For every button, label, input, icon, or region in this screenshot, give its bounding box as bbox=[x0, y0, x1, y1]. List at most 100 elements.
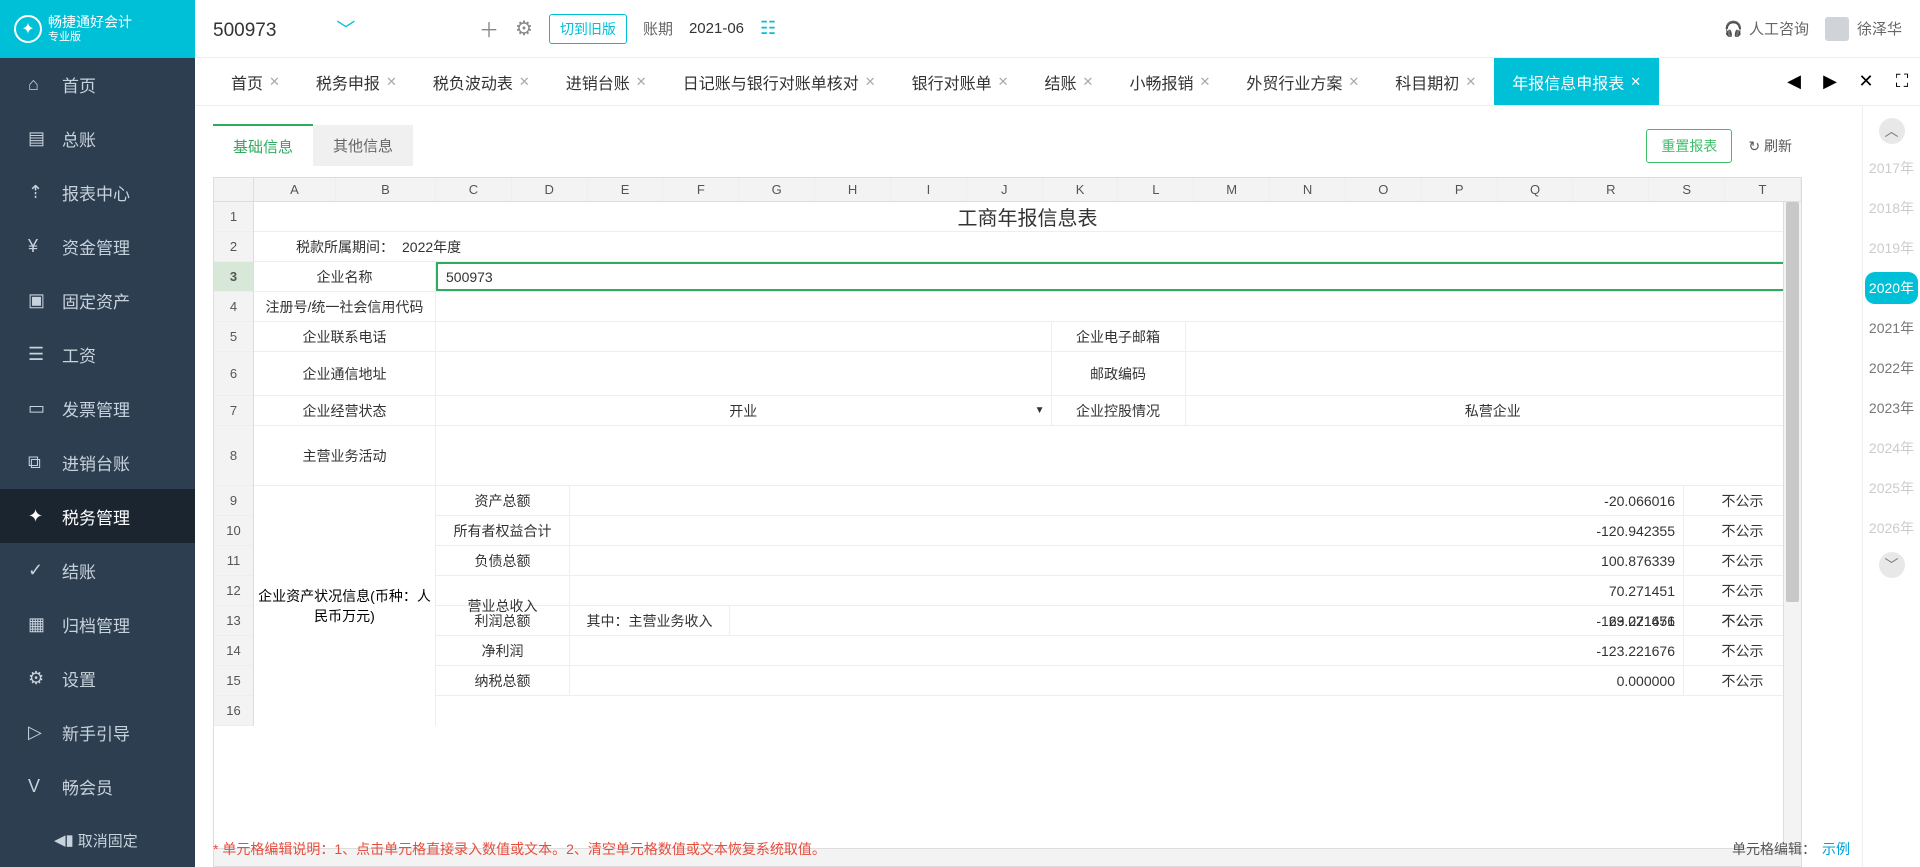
dropdown-cell[interactable]: 私营企业▼ bbox=[1186, 396, 1802, 425]
cell[interactable]: -120.942355 bbox=[570, 516, 1683, 545]
col-header[interactable]: O bbox=[1346, 178, 1422, 201]
year-down-button[interactable]: ﹀ bbox=[1879, 552, 1905, 578]
close-icon[interactable]: ✕ bbox=[865, 74, 876, 90]
col-header[interactable]: T bbox=[1725, 178, 1801, 201]
user-menu[interactable]: 徐泽华 bbox=[1825, 17, 1902, 41]
cell[interactable] bbox=[1186, 322, 1802, 351]
year-up-button[interactable]: ︿ bbox=[1879, 118, 1905, 144]
col-header[interactable]: I bbox=[891, 178, 967, 201]
col-header[interactable]: A bbox=[254, 178, 336, 201]
row-header[interactable]: 9 bbox=[214, 486, 253, 516]
row-header[interactable]: 11 bbox=[214, 546, 253, 576]
year-item[interactable]: 2025年 bbox=[1865, 472, 1918, 504]
nav-guide[interactable]: ▷新手引导 bbox=[0, 705, 195, 759]
tabs-prev-button[interactable]: ◀ bbox=[1776, 58, 1812, 106]
period-value[interactable]: 2021-06 bbox=[689, 20, 744, 37]
row-header[interactable]: 6 bbox=[214, 352, 253, 396]
nav-close[interactable]: ✓结账 bbox=[0, 543, 195, 597]
row-header[interactable]: 1 bbox=[214, 202, 253, 232]
col-header[interactable]: E bbox=[588, 178, 664, 201]
selected-cell[interactable]: 500973 bbox=[436, 262, 1801, 291]
example-link[interactable]: 示例 bbox=[1822, 841, 1850, 857]
row-header[interactable]: 10 bbox=[214, 516, 253, 546]
cell[interactable]: -123.221676 bbox=[570, 606, 1683, 635]
subtab-other[interactable]: 其他信息 bbox=[313, 125, 413, 166]
close-icon[interactable]: ✕ bbox=[1630, 74, 1641, 90]
close-icon[interactable]: ✕ bbox=[386, 74, 397, 90]
col-header[interactable]: K bbox=[1043, 178, 1119, 201]
corner-cell[interactable] bbox=[214, 178, 254, 201]
year-item[interactable]: 2022年 bbox=[1865, 352, 1918, 384]
cell[interactable]: 70.271451 bbox=[570, 576, 1683, 605]
tab-tax-declare[interactable]: 税务申报✕ bbox=[298, 58, 415, 105]
calendar-icon[interactable]: ☷ bbox=[760, 18, 776, 39]
year-item[interactable]: 2017年 bbox=[1865, 152, 1918, 184]
fullscreen-button[interactable]: ⛶ bbox=[1884, 58, 1920, 106]
close-icon[interactable]: ✕ bbox=[1083, 74, 1094, 90]
nav-settings[interactable]: ⚙设置 bbox=[0, 651, 195, 705]
refresh-button[interactable]: ↻ 刷新 bbox=[1748, 136, 1792, 156]
col-header[interactable]: J bbox=[967, 178, 1043, 201]
scrollbar-thumb[interactable] bbox=[1786, 202, 1799, 602]
col-header[interactable]: C bbox=[436, 178, 512, 201]
col-header[interactable]: D bbox=[512, 178, 588, 201]
col-header[interactable]: S bbox=[1649, 178, 1725, 201]
col-header[interactable]: Q bbox=[1498, 178, 1574, 201]
add-button[interactable]: ＋ bbox=[479, 14, 499, 43]
company-select[interactable]: 500973﹀ bbox=[213, 15, 463, 42]
row-header[interactable]: 7 bbox=[214, 396, 253, 426]
col-header[interactable]: R bbox=[1573, 178, 1649, 201]
year-item[interactable]: 2024年 bbox=[1865, 432, 1918, 464]
cell[interactable]: 0.000000 bbox=[570, 666, 1683, 695]
tabs-next-button[interactable]: ▶ bbox=[1812, 58, 1848, 106]
cell[interactable] bbox=[436, 352, 1052, 395]
tab-bank-statement[interactable]: 银行对账单✕ bbox=[894, 58, 1027, 105]
close-icon[interactable]: ✕ bbox=[269, 74, 280, 90]
nav-assets[interactable]: ▣固定资产 bbox=[0, 274, 195, 328]
close-icon[interactable]: ✕ bbox=[1199, 74, 1210, 90]
tab-reimburse[interactable]: 小畅报销✕ bbox=[1111, 58, 1228, 105]
subtab-basic[interactable]: 基础信息 bbox=[213, 124, 313, 167]
close-icon[interactable]: ✕ bbox=[998, 74, 1009, 90]
row-header[interactable]: 12 bbox=[214, 576, 253, 606]
col-header[interactable]: P bbox=[1422, 178, 1498, 201]
col-header[interactable]: H bbox=[815, 178, 891, 201]
tab-opening[interactable]: 科目期初✕ bbox=[1377, 58, 1494, 105]
col-header[interactable]: N bbox=[1270, 178, 1346, 201]
nav-ledger[interactable]: ▤总账 bbox=[0, 112, 195, 166]
old-version-button[interactable]: 切到旧版 bbox=[549, 14, 627, 44]
nav-archive[interactable]: ▦归档管理 bbox=[0, 597, 195, 651]
nav-salary[interactable]: ☰工资 bbox=[0, 328, 195, 382]
nav-purchase[interactable]: ⧉进销台账 bbox=[0, 436, 195, 490]
row-header[interactable]: 4 bbox=[214, 292, 253, 322]
reset-button[interactable]: 重置报表 bbox=[1646, 129, 1732, 163]
year-item[interactable]: 2020年 bbox=[1865, 272, 1918, 304]
col-header[interactable]: L bbox=[1118, 178, 1194, 201]
undock-button[interactable]: ◀▮取消固定 bbox=[0, 813, 195, 867]
tab-home[interactable]: 首页✕ bbox=[213, 58, 298, 105]
cell[interactable] bbox=[436, 322, 1052, 351]
settings-button[interactable]: ⚙ bbox=[515, 16, 533, 41]
tab-bank-reconcile[interactable]: 日记账与银行对账单核对✕ bbox=[665, 58, 894, 105]
cell[interactable]: 100.876339 bbox=[570, 546, 1683, 575]
year-item[interactable]: 2026年 bbox=[1865, 512, 1918, 544]
dropdown-cell[interactable]: 开业▼ bbox=[436, 396, 1052, 425]
cell[interactable]: -20.066016 bbox=[570, 486, 1683, 515]
consult-button[interactable]: 🎧人工咨询 bbox=[1724, 18, 1809, 39]
tab-tax-fluct[interactable]: 税负波动表✕ bbox=[415, 58, 548, 105]
nav-member[interactable]: V畅会员 bbox=[0, 759, 195, 813]
close-icon[interactable]: ✕ bbox=[1465, 74, 1476, 90]
year-item[interactable]: 2021年 bbox=[1865, 312, 1918, 344]
tab-purchase-ledger[interactable]: 进销台账✕ bbox=[548, 58, 665, 105]
year-item[interactable]: 2018年 bbox=[1865, 192, 1918, 224]
close-icon[interactable]: ✕ bbox=[636, 74, 647, 90]
cell[interactable] bbox=[1186, 352, 1802, 395]
close-icon[interactable]: ✕ bbox=[1348, 74, 1359, 90]
cell[interactable] bbox=[436, 426, 1801, 485]
row-header[interactable]: 16 bbox=[214, 696, 253, 726]
col-header[interactable]: M bbox=[1194, 178, 1270, 201]
tab-annual-report[interactable]: 年报信息申报表✕ bbox=[1494, 58, 1659, 105]
vertical-scrollbar[interactable] bbox=[1783, 202, 1801, 848]
cell[interactable]: -123.221676 bbox=[570, 636, 1683, 665]
row-header[interactable]: 14 bbox=[214, 636, 253, 666]
